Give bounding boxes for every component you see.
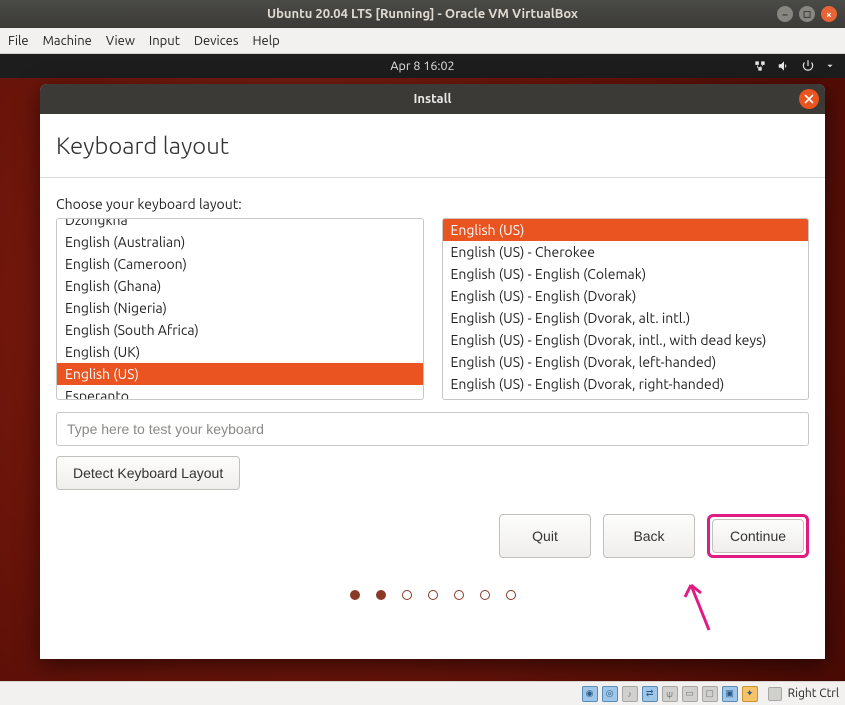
menu-help[interactable]: Help bbox=[253, 34, 280, 48]
list-item[interactable]: English (US) - English (Dvorak) bbox=[443, 285, 809, 307]
progress-dot bbox=[454, 590, 464, 600]
list-item[interactable]: English (US) - English (Macintosh) bbox=[443, 395, 809, 400]
variant-listbox[interactable]: English (US)English (US) - CherokeeEngli… bbox=[442, 218, 810, 400]
hostkey-icon bbox=[768, 687, 782, 701]
gnome-clock[interactable]: Apr 8 16:02 bbox=[390, 59, 454, 73]
status-usb-icon[interactable]: ψ bbox=[662, 686, 678, 702]
menu-view[interactable]: View bbox=[106, 34, 135, 48]
hostkey-label: Right Ctrl bbox=[788, 687, 839, 700]
menu-devices[interactable]: Devices bbox=[194, 34, 239, 48]
quit-button[interactable]: Quit bbox=[499, 514, 591, 558]
list-item[interactable]: Dzongkha bbox=[57, 218, 423, 231]
list-item[interactable]: English (Nigeria) bbox=[57, 297, 423, 319]
divider bbox=[40, 177, 825, 178]
status-guest-additions-icon[interactable]: ✦ bbox=[742, 686, 758, 702]
gnome-system-tray[interactable] bbox=[753, 59, 835, 73]
installer-window: Install Keyboard layout Choose your keyb… bbox=[40, 84, 825, 659]
installer-close-button[interactable] bbox=[799, 89, 819, 109]
list-item[interactable]: English (US) - English (Colemak) bbox=[443, 263, 809, 285]
progress-dot bbox=[428, 590, 438, 600]
vbox-menubar: File Machine View Input Devices Help bbox=[0, 28, 845, 54]
status-audio-icon[interactable]: ♪ bbox=[622, 686, 638, 702]
close-button[interactable]: × bbox=[821, 6, 837, 22]
status-record-icon[interactable]: ▣ bbox=[722, 686, 738, 702]
status-network-icon[interactable]: ⇄ bbox=[642, 686, 658, 702]
status-shared-icon[interactable]: ▭ bbox=[682, 686, 698, 702]
menu-file[interactable]: File bbox=[8, 34, 29, 48]
progress-dots bbox=[56, 590, 809, 600]
installer-title-text: Install bbox=[414, 92, 452, 106]
status-hdd-icon[interactable]: ◉ bbox=[582, 686, 598, 702]
back-button[interactable]: Back bbox=[603, 514, 695, 558]
list-item[interactable]: English (UK) bbox=[57, 341, 423, 363]
page-title: Keyboard layout bbox=[56, 132, 809, 159]
list-item[interactable]: English (US) bbox=[57, 363, 423, 385]
list-item[interactable]: Esperanto bbox=[57, 385, 423, 400]
chevron-down-icon bbox=[825, 61, 835, 71]
list-item[interactable]: English (Ghana) bbox=[57, 275, 423, 297]
list-item[interactable]: English (US) - English (Dvorak, intl., w… bbox=[443, 329, 809, 351]
progress-dot bbox=[480, 590, 490, 600]
choose-layout-label: Choose your keyboard layout: bbox=[56, 196, 809, 212]
progress-dot bbox=[402, 590, 412, 600]
volume-icon bbox=[777, 59, 791, 73]
detect-layout-button[interactable]: Detect Keyboard Layout bbox=[56, 456, 240, 490]
list-item[interactable]: English (US) bbox=[443, 219, 809, 241]
progress-dot bbox=[506, 590, 516, 600]
guest-desktop: Apr 8 16:02 Install Keyboard layout Choo… bbox=[0, 54, 845, 681]
list-item[interactable]: English (Australian) bbox=[57, 231, 423, 253]
list-item[interactable]: English (Cameroon) bbox=[57, 253, 423, 275]
list-item[interactable]: English (South Africa) bbox=[57, 319, 423, 341]
gnome-top-bar: Apr 8 16:02 bbox=[0, 54, 845, 78]
list-item[interactable]: English (US) - English (Dvorak, left-han… bbox=[443, 351, 809, 373]
maximize-button[interactable]: ◻ bbox=[799, 6, 815, 22]
progress-dot bbox=[350, 590, 360, 600]
vbox-window-title: Ubuntu 20.04 LTS [Running] - Oracle VM V… bbox=[0, 7, 845, 21]
vbox-titlebar: Ubuntu 20.04 LTS [Running] - Oracle VM V… bbox=[0, 0, 845, 28]
minimize-button[interactable]: – bbox=[777, 6, 793, 22]
status-display-icon[interactable]: ▢ bbox=[702, 686, 718, 702]
installer-titlebar: Install bbox=[40, 84, 825, 114]
close-icon bbox=[804, 94, 814, 104]
list-item[interactable]: English (US) - Cherokee bbox=[443, 241, 809, 263]
continue-highlight-annotation: Continue bbox=[707, 514, 809, 558]
menu-input[interactable]: Input bbox=[149, 34, 180, 48]
layout-listbox[interactable]: DzongkhaEnglish (Australian)English (Cam… bbox=[56, 218, 424, 400]
continue-button[interactable]: Continue bbox=[712, 519, 804, 553]
vbox-statusbar: ◉ ◎ ♪ ⇄ ψ ▭ ▢ ▣ ✦ Right Ctrl bbox=[0, 681, 845, 705]
status-cd-icon[interactable]: ◎ bbox=[602, 686, 618, 702]
network-icon bbox=[753, 59, 767, 73]
test-keyboard-input[interactable] bbox=[56, 412, 809, 446]
progress-dot bbox=[376, 590, 386, 600]
power-icon bbox=[801, 59, 815, 73]
menu-machine[interactable]: Machine bbox=[43, 34, 92, 48]
list-item[interactable]: English (US) - English (Dvorak, alt. int… bbox=[443, 307, 809, 329]
list-item[interactable]: English (US) - English (Dvorak, right-ha… bbox=[443, 373, 809, 395]
